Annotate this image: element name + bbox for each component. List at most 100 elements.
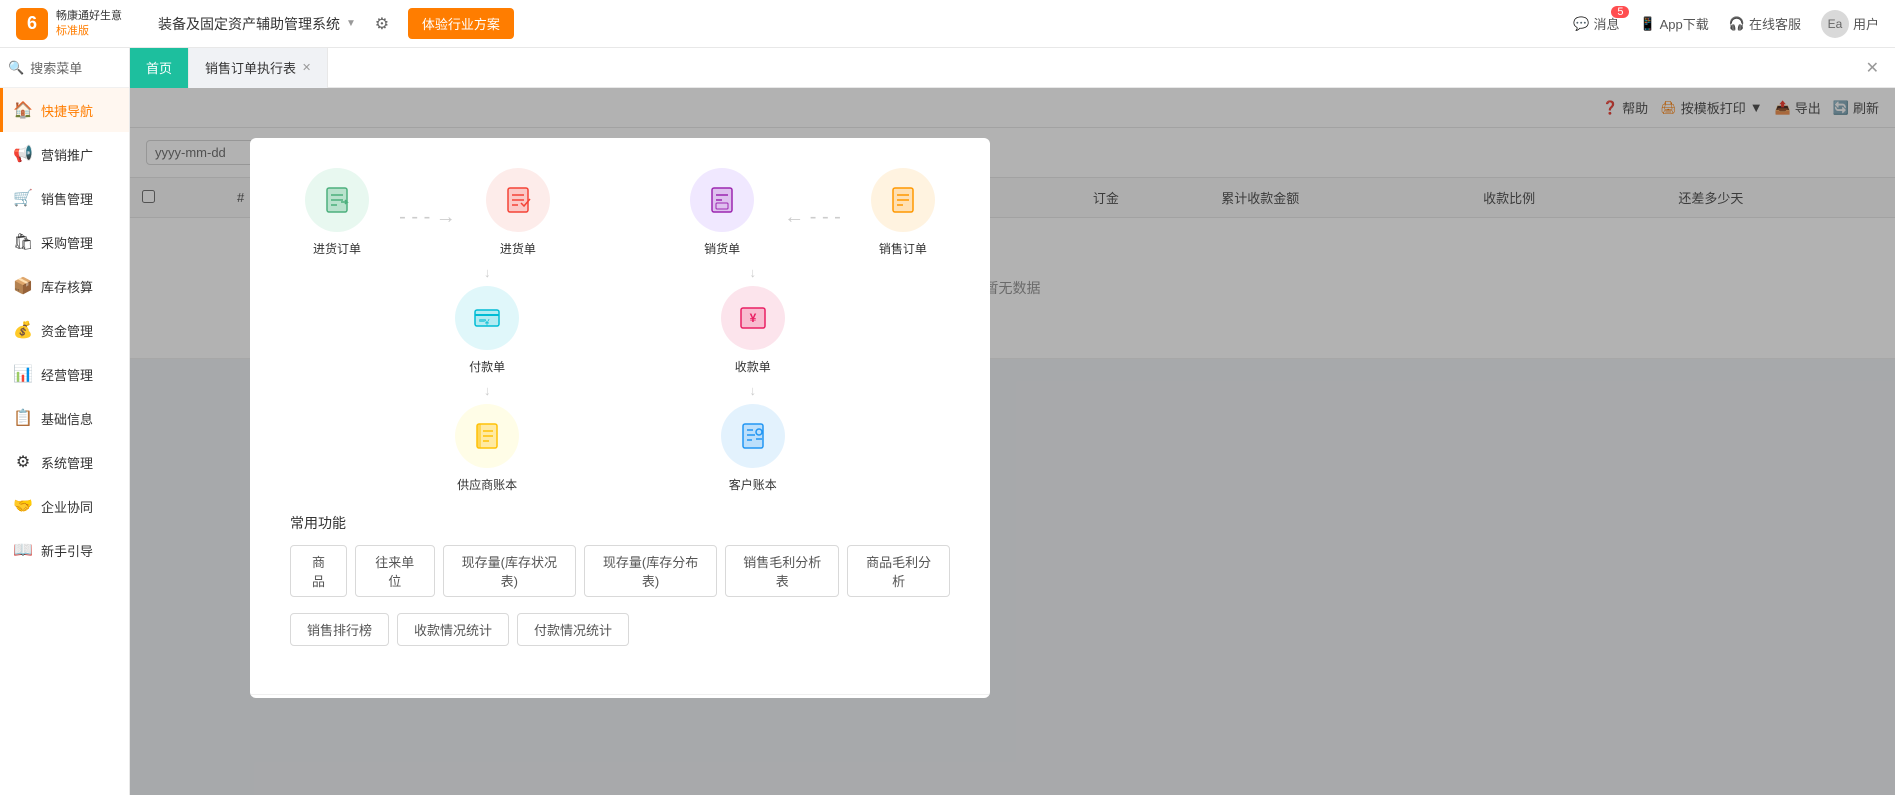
sidebar-item-newbie[interactable]: 📖 新手引导 bbox=[0, 528, 129, 572]
func-btn-4[interactable]: 销售毛利分析表 bbox=[725, 545, 839, 597]
sidebar-item-quick-nav[interactable]: 🏠 快捷导航 bbox=[0, 88, 129, 132]
func-buttons-row: 商品往来单位现存量(库存状况表)现存量(库存分布表)销售毛利分析表商品毛利分析销… bbox=[290, 545, 950, 654]
flow-node-purchase-slip[interactable]: 进货单 bbox=[486, 168, 550, 257]
dropdown-arrow-icon[interactable]: ▼ bbox=[346, 18, 356, 29]
sales-slip-icon bbox=[690, 168, 754, 232]
app-download-button[interactable]: 📱 App下载 bbox=[1639, 14, 1708, 33]
sidebar-item-system[interactable]: ⚙ 系统管理 bbox=[0, 440, 129, 484]
logo-text: 畅康通好生意 标准版 bbox=[56, 9, 122, 38]
flow-node-sales-slip[interactable]: 销货单 bbox=[690, 168, 754, 257]
svg-text:¥: ¥ bbox=[749, 311, 756, 325]
flow-node-purchase-order[interactable]: 进货订单 bbox=[305, 168, 369, 257]
arrow-down-2: ↓ bbox=[750, 265, 757, 280]
message-icon: 💬 bbox=[1573, 16, 1589, 32]
sidebar-search[interactable]: 🔍 搜索菜单 bbox=[0, 48, 129, 88]
flow-node-supplier-book[interactable]: 供应商账本 bbox=[455, 404, 519, 493]
flow-col-supplier-book: ↓ bbox=[455, 383, 519, 493]
sidebar-item-sales[interactable]: 🛒 销售管理 bbox=[0, 176, 129, 220]
logo-section: 6 畅康通好生意 标准版 bbox=[16, 8, 146, 40]
arrow-down-1: ↓ bbox=[484, 265, 491, 280]
func-btn-0[interactable]: 商品 bbox=[290, 545, 347, 597]
func-btn-3[interactable]: 现存量(库存分布表) bbox=[584, 545, 717, 597]
service-icon: 🎧 bbox=[1729, 16, 1745, 32]
arrow-2: ← - - - bbox=[784, 206, 841, 229]
newbie-icon: 📖 bbox=[13, 540, 33, 560]
sidebar-item-collab[interactable]: 🤝 企业协同 bbox=[0, 484, 129, 528]
flow-col-customer-book: ↓ bbox=[721, 383, 785, 493]
home-icon: 🏠 bbox=[13, 100, 33, 120]
flow-node-payment[interactable]: ￥ 付款单 bbox=[455, 286, 519, 375]
marketing-icon: 📢 bbox=[13, 144, 33, 164]
flow-node-customer-book[interactable]: 客户账本 bbox=[721, 404, 785, 493]
inventory-icon: 📦 bbox=[13, 276, 33, 296]
sidebar-item-inventory[interactable]: 📦 库存核算 bbox=[0, 264, 129, 308]
flow-row-3: ↓ bbox=[290, 383, 950, 493]
tab-close-icon[interactable]: ✕ bbox=[302, 61, 311, 74]
sidebar-item-purchase[interactable]: 🛍 采购管理 bbox=[0, 220, 129, 264]
flow-node-receipt[interactable]: ¥ 收款单 bbox=[721, 286, 785, 375]
modal-overlay[interactable]: 进货订单 - - - → bbox=[130, 88, 1895, 795]
top-right-actions: 💬 消息 5 📱 App下载 🎧 在线客服 Ea 用户 bbox=[1573, 10, 1879, 38]
app-container: 6 畅康通好生意 标准版 装备及固定资产辅助管理系统 ▼ ⚙ 体验行业方案 💬 … bbox=[0, 0, 1895, 795]
close-all-tabs-button[interactable]: ✕ bbox=[1850, 58, 1895, 78]
top-bar: 6 畅康通好生意 标准版 装备及固定资产辅助管理系统 ▼ ⚙ 体验行业方案 💬 … bbox=[0, 0, 1895, 48]
func-btn-5[interactable]: 商品毛利分析 bbox=[847, 545, 950, 597]
user-avatar: Ea bbox=[1821, 10, 1849, 38]
message-badge: 5 bbox=[1611, 6, 1629, 18]
search-icon: 🔍 bbox=[8, 60, 24, 76]
logo-icon: 6 bbox=[16, 8, 48, 40]
download-icon: 📱 bbox=[1639, 16, 1655, 32]
arrow-down-4: ↓ bbox=[750, 383, 757, 398]
content-area: 首页 销售订单执行表 ✕ ✕ ❓ 帮助 🖨 按 bbox=[130, 48, 1895, 795]
user-menu[interactable]: Ea 用户 bbox=[1821, 10, 1879, 38]
sidebar-item-marketing[interactable]: 📢 营销推广 bbox=[0, 132, 129, 176]
customer-book-icon bbox=[721, 404, 785, 468]
system-title: 装备及固定资产辅助管理系统 ▼ bbox=[158, 14, 356, 34]
sales-order-icon bbox=[871, 168, 935, 232]
sales-icon: 🛒 bbox=[13, 188, 33, 208]
supplier-book-icon bbox=[455, 404, 519, 468]
purchase-icon: 🛍 bbox=[13, 232, 33, 252]
operations-icon: 📊 bbox=[13, 364, 33, 384]
modal-scrollbar: ◀ ▶ bbox=[250, 694, 990, 698]
arrow-down-3: ↓ bbox=[484, 383, 491, 398]
flow-node-sales-order[interactable]: 销售订单 bbox=[871, 168, 935, 257]
flow-col-payment: ↓ bbox=[455, 265, 519, 375]
page-content: ❓ 帮助 🖨 按模板打印 ▼ 📤 导出 🔄 刷新 bbox=[130, 88, 1895, 795]
func-btn-0[interactable]: 销售排行榜 bbox=[290, 613, 389, 646]
collab-icon: 🤝 bbox=[13, 496, 33, 516]
flow-modal: 进货订单 - - - → bbox=[250, 138, 990, 698]
receipt-icon: ¥ bbox=[721, 286, 785, 350]
tab-home[interactable]: 首页 bbox=[130, 48, 189, 88]
func-btn-2[interactable]: 现存量(库存状况表) bbox=[443, 545, 576, 597]
sidebar-item-finance[interactable]: 💰 资金管理 bbox=[0, 308, 129, 352]
common-functions-section: 常用功能 商品往来单位现存量(库存状况表)现存量(库存分布表)销售毛利分析表商品… bbox=[290, 513, 950, 674]
func-btn-1[interactable]: 往来单位 bbox=[355, 545, 435, 597]
func-btn-1[interactable]: 收款情况统计 bbox=[397, 613, 509, 646]
basic-info-icon: 📋 bbox=[13, 408, 33, 428]
main-area: 🔍 搜索菜单 🏠 快捷导航 📢 营销推广 🛒 销售管理 🛍 采购管理 📦 bbox=[0, 48, 1895, 795]
flow-diagram: 进货订单 - - - → bbox=[290, 168, 950, 493]
purchase-slip-icon bbox=[486, 168, 550, 232]
tab-bar: 首页 销售订单执行表 ✕ ✕ bbox=[130, 48, 1895, 88]
svg-text:￥: ￥ bbox=[483, 318, 491, 327]
sidebar-item-basic-info[interactable]: 📋 基础信息 bbox=[0, 396, 129, 440]
purchase-order-icon bbox=[305, 168, 369, 232]
common-functions-title: 常用功能 bbox=[290, 513, 950, 533]
arrow-1: - - - → bbox=[399, 206, 456, 229]
settings-gear-button[interactable]: ⚙ bbox=[368, 10, 396, 38]
system-icon: ⚙ bbox=[13, 452, 33, 472]
flow-row-1: 进货订单 - - - → bbox=[290, 168, 950, 257]
finance-icon: 💰 bbox=[13, 320, 33, 340]
sidebar-item-operations[interactable]: 📊 经营管理 bbox=[0, 352, 129, 396]
trial-button[interactable]: 体验行业方案 bbox=[408, 8, 514, 39]
payment-icon: ￥ bbox=[455, 286, 519, 350]
tab-sales-order[interactable]: 销售订单执行表 ✕ bbox=[189, 48, 328, 88]
sidebar: 🔍 搜索菜单 🏠 快捷导航 📢 营销推广 🛒 销售管理 🛍 采购管理 📦 bbox=[0, 48, 130, 795]
message-button[interactable]: 💬 消息 5 bbox=[1573, 14, 1619, 33]
modal-content: 进货订单 - - - → bbox=[250, 138, 990, 694]
func-btn-2[interactable]: 付款情况统计 bbox=[517, 613, 629, 646]
flow-row-2: ↓ bbox=[290, 265, 950, 375]
flow-col-receipt: ↓ ¥ bbox=[721, 265, 785, 375]
online-service-button[interactable]: 🎧 在线客服 bbox=[1729, 14, 1801, 33]
